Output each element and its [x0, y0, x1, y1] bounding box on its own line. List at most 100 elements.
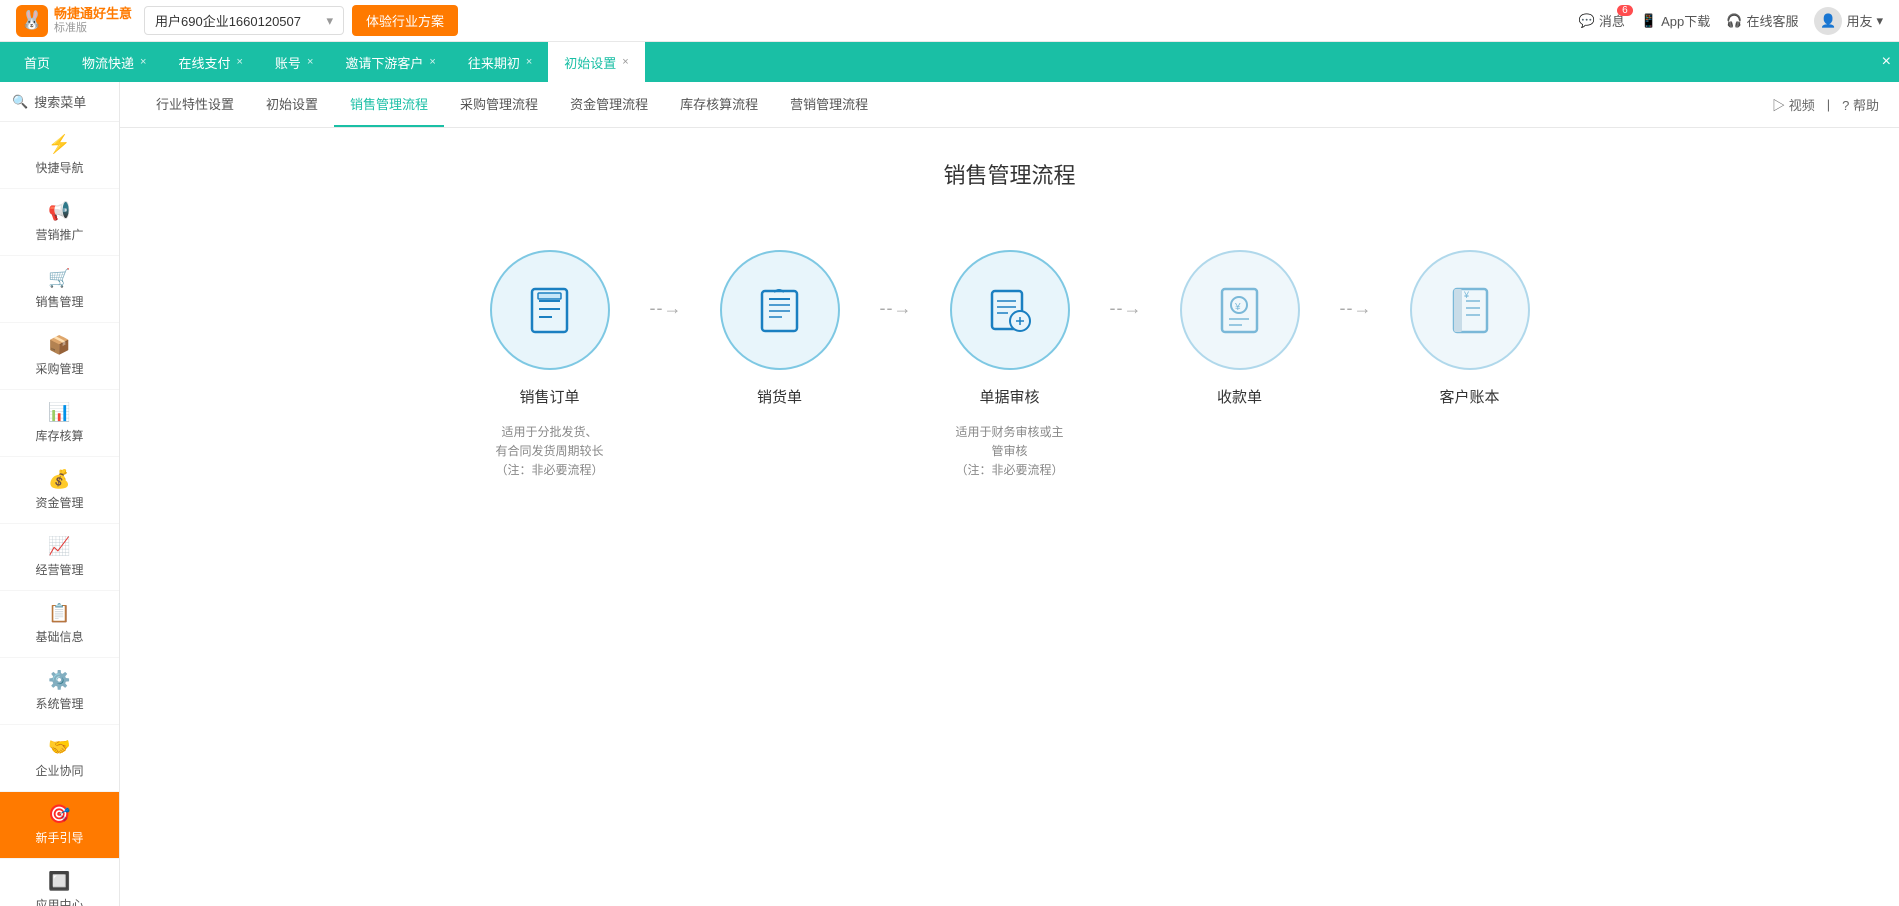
tab-initial-label: 往来期初: [468, 53, 520, 72]
sub-tab-purchase-flow[interactable]: 采购管理流程: [444, 82, 554, 127]
help-link[interactable]: ? 帮助: [1842, 95, 1879, 114]
divider: |: [1827, 97, 1830, 112]
flow-item-receipt[interactable]: ¥ 收款单: [1140, 250, 1340, 423]
sub-tab-marketing-flow[interactable]: 营销管理流程: [774, 82, 884, 127]
money-icon: 💰: [48, 469, 70, 490]
close-all-tabs-button[interactable]: ×: [1882, 53, 1891, 71]
sub-tab-finance-flow[interactable]: 资金管理流程: [554, 82, 664, 127]
logo-title: 畅捷通好生意: [54, 6, 132, 22]
sidebar-item-quick-nav[interactable]: ⚡ 快捷导航: [0, 122, 119, 189]
chart-icon: 📊: [48, 402, 70, 423]
svg-text:¥: ¥: [1463, 290, 1470, 300]
video-label: 视频: [1789, 98, 1815, 113]
flow-item-audit[interactable]: 单据审核 适用于财务审核或主管审核（注：非必要流程）: [910, 250, 1110, 481]
arrow-1: - - →: [650, 250, 680, 319]
sidebar-item-purchase[interactable]: 📦 采购管理: [0, 323, 119, 390]
trial-button[interactable]: 体验行业方案: [352, 5, 458, 36]
user-label: 用友: [1846, 11, 1872, 30]
logo: 🐰 畅捷通好生意 标准版: [16, 5, 136, 37]
box-icon: 📦: [48, 335, 70, 356]
tab-payment-close[interactable]: ×: [236, 56, 242, 68]
sales-order-circle: [490, 250, 610, 370]
sidebar-item-marketing-label: 营销推广: [35, 226, 83, 243]
tab-setup[interactable]: 初始设置 ×: [548, 42, 644, 82]
page-title: 销售管理流程: [160, 158, 1859, 190]
help-label: 帮助: [1853, 98, 1879, 113]
tab-logistics-close[interactable]: ×: [140, 56, 146, 68]
sidebar-item-app-center[interactable]: 🔲 应用中心: [0, 859, 119, 906]
sidebar-item-finance[interactable]: 💰 资金管理: [0, 457, 119, 524]
tab-initial-close[interactable]: ×: [526, 56, 532, 68]
search-menu-button[interactable]: 🔍 搜索菜单: [0, 82, 119, 122]
tab-setup-close[interactable]: ×: [622, 56, 628, 68]
tab-account-label: 账号: [275, 53, 301, 72]
tab-payment[interactable]: 在线支付 ×: [162, 42, 258, 82]
audit-label: 单据审核: [979, 386, 1039, 407]
arrow-4: - - →: [1340, 250, 1370, 319]
tab-payment-label: 在线支付: [178, 53, 230, 72]
sub-tab-industry-label: 行业特性设置: [156, 97, 234, 112]
sub-tab-initial-settings[interactable]: 初始设置: [250, 82, 334, 127]
tab-invite-close[interactable]: ×: [429, 56, 435, 68]
online-service-label: 在线客服: [1746, 11, 1798, 30]
arrow-3: - - →: [1110, 250, 1140, 319]
lightning-icon: ⚡: [48, 134, 70, 155]
tab-logistics[interactable]: 物流快递 ×: [66, 42, 162, 82]
company-name: 用户690企业1660120507: [155, 11, 301, 30]
flow-item-account-book[interactable]: ¥ 客户账本: [1370, 250, 1570, 423]
clipboard-icon: 📋: [48, 603, 70, 624]
sub-tab-finance-flow-label: 资金管理流程: [570, 97, 648, 112]
user-menu[interactable]: 👤 用友 ▾: [1814, 7, 1883, 35]
sidebar-item-guide[interactable]: 🎯 新手引导: [0, 792, 119, 859]
tab-account[interactable]: 账号 ×: [259, 42, 329, 82]
megaphone-icon: 📢: [48, 201, 70, 222]
main-layout: 🔍 搜索菜单 ⚡ 快捷导航 📢 营销推广 🛒 销售管理 📦 采购管理 📊 库存核…: [0, 82, 1899, 906]
sidebar-item-collab[interactable]: 🤝 企业协同: [0, 725, 119, 792]
account-book-label: 客户账本: [1439, 386, 1499, 407]
flow-diagram: 销售订单 适用于分批发货、有合同发货周期较长（注：非必要流程） - - →: [160, 250, 1859, 481]
tab-setup-label: 初始设置: [564, 53, 616, 72]
gear-icon: ⚙️: [48, 670, 70, 691]
flow-item-sales-order[interactable]: 销售订单 适用于分批发货、有合同发货周期较长（注：非必要流程）: [450, 250, 650, 481]
sidebar-item-basic[interactable]: 📋 基础信息: [0, 591, 119, 658]
tab-invite-label: 邀请下游客户: [345, 53, 423, 72]
tab-home[interactable]: 首页: [8, 42, 66, 82]
sidebar-item-inventory[interactable]: 📊 库存核算: [0, 390, 119, 457]
sidebar-item-sales[interactable]: 🛒 销售管理: [0, 256, 119, 323]
sub-tab-sales-flow[interactable]: 销售管理流程: [334, 82, 444, 127]
sub-tabs: 行业特性设置 初始设置 销售管理流程 采购管理流程 资金管理流程 库存核算流程 …: [120, 82, 1899, 128]
logo-text: 畅捷通好生意 标准版: [54, 6, 132, 35]
video-link[interactable]: ▷ 视频: [1772, 95, 1815, 114]
sub-tab-industry[interactable]: 行业特性设置: [140, 82, 250, 127]
messages-button[interactable]: 💬 消息 6: [1579, 11, 1625, 30]
grid-icon: 🔲: [48, 871, 70, 892]
sidebar-item-operation[interactable]: 📈 经营管理: [0, 524, 119, 591]
online-service-button[interactable]: 🎧 在线客服: [1726, 11, 1798, 30]
arrow-2: - - →: [880, 250, 910, 319]
messages-badge: 6: [1617, 5, 1633, 16]
tab-account-close[interactable]: ×: [307, 56, 313, 68]
app-download-label: App下载: [1661, 11, 1710, 30]
sub-tab-inventory-flow[interactable]: 库存核算流程: [664, 82, 774, 127]
sub-tab-marketing-flow-label: 营销管理流程: [790, 97, 868, 112]
chevron-down-icon: ▾: [326, 13, 333, 29]
content-area: 行业特性设置 初始设置 销售管理流程 采购管理流程 资金管理流程 库存核算流程 …: [120, 82, 1899, 906]
search-icon: 🔍: [12, 94, 28, 110]
audit-desc: 适用于财务审核或主管审核（注：非必要流程）: [955, 423, 1063, 481]
sub-tab-initial-settings-label: 初始设置: [266, 97, 318, 112]
sidebar-item-system-label: 系统管理: [35, 695, 83, 712]
search-menu-label: 搜索菜单: [34, 92, 86, 111]
app-download-button[interactable]: 📱 App下载: [1641, 11, 1710, 30]
sidebar-item-system[interactable]: ⚙️ 系统管理: [0, 658, 119, 725]
tab-initial[interactable]: 往来期初 ×: [452, 42, 548, 82]
company-selector[interactable]: 用户690企业1660120507 ▾: [144, 6, 344, 35]
account-book-circle: ¥: [1410, 250, 1530, 370]
sidebar: 🔍 搜索菜单 ⚡ 快捷导航 📢 营销推广 🛒 销售管理 📦 采购管理 📊 库存核…: [0, 82, 120, 906]
handshake-icon: 🤝: [48, 737, 70, 758]
sidebar-item-marketing[interactable]: 📢 营销推广: [0, 189, 119, 256]
tab-invite[interactable]: 邀请下游客户 ×: [329, 42, 451, 82]
sidebar-item-inventory-label: 库存核算: [35, 427, 83, 444]
help-icon: ?: [1842, 98, 1849, 113]
sub-tab-inventory-flow-label: 库存核算流程: [680, 97, 758, 112]
flow-item-sales-delivery[interactable]: 销货单: [680, 250, 880, 423]
